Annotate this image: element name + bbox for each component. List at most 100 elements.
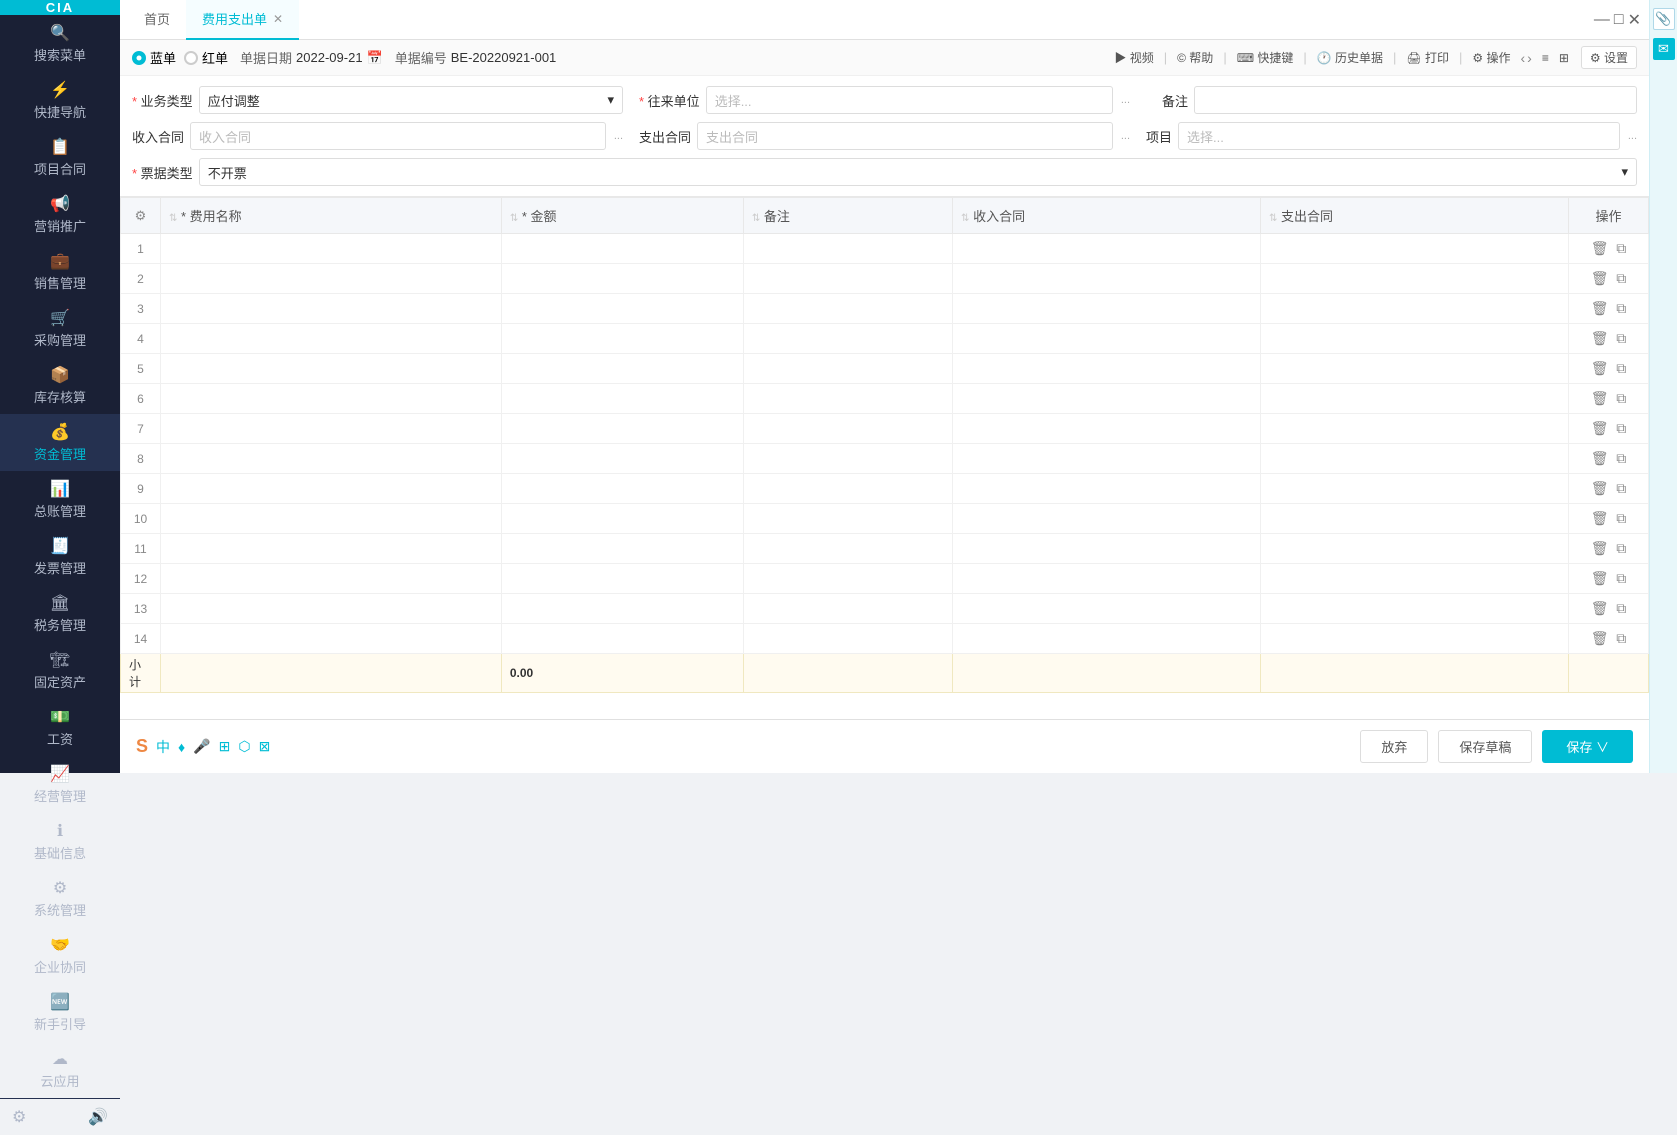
cell-amount-2[interactable]	[501, 264, 743, 294]
window-maximize[interactable]: □	[1614, 11, 1624, 29]
invoice-type-select[interactable]: 不开票 ▾	[199, 158, 1637, 186]
copy-row-icon-2[interactable]: ⧉	[1616, 270, 1626, 286]
th-gear[interactable]: ⚙	[121, 198, 161, 234]
cell-remark-10[interactable]	[743, 504, 952, 534]
sidebar-item-accounting[interactable]: 📊总账管理	[0, 471, 120, 528]
sidebar-item-search-menu[interactable]: 🔍搜索菜单	[0, 15, 120, 72]
cell-income-contract-5[interactable]	[953, 354, 1261, 384]
save-draft-button[interactable]: 保存草稿	[1438, 730, 1532, 763]
cell-expense-contract-14[interactable]	[1261, 624, 1569, 654]
copy-row-icon-9[interactable]: ⧉	[1616, 480, 1626, 496]
cell-remark-14[interactable]	[743, 624, 952, 654]
project-dots[interactable]: ...	[1628, 130, 1637, 142]
delete-row-icon-4[interactable]: 🗑	[1591, 330, 1609, 346]
message-icon[interactable]: ✉	[1653, 38, 1675, 60]
cell-expense-contract-10[interactable]	[1261, 504, 1569, 534]
date-value[interactable]: 2022-09-21	[296, 50, 363, 65]
copy-row-icon-10[interactable]: ⧉	[1616, 510, 1626, 526]
cell-remark-5[interactable]	[743, 354, 952, 384]
sidebar-item-cloud-apps[interactable]: ☁云应用	[0, 1041, 120, 1098]
cell-income-contract-13[interactable]	[953, 594, 1261, 624]
delete-row-icon-1[interactable]: 🗑	[1591, 240, 1609, 256]
cell-remark-1[interactable]	[743, 234, 952, 264]
cell-amount-8[interactable]	[501, 444, 743, 474]
cell-expense-contract-7[interactable]	[1261, 414, 1569, 444]
sidebar-item-salary[interactable]: 💵工资	[0, 699, 120, 756]
radio-red[interactable]: 红单	[184, 48, 228, 67]
sidebar-item-project-contract[interactable]: 📋项目合同	[0, 129, 120, 186]
window-minimize[interactable]: —	[1594, 11, 1610, 29]
cell-amount-9[interactable]	[501, 474, 743, 504]
cell-expense-contract-13[interactable]	[1261, 594, 1569, 624]
cell-income-contract-9[interactable]	[953, 474, 1261, 504]
sidebar-item-invoice-mgmt[interactable]: 🧾发票管理	[0, 528, 120, 585]
cell-expense-contract-6[interactable]	[1261, 384, 1569, 414]
help-btn[interactable]: © 帮助	[1177, 49, 1213, 66]
cell-amount-10[interactable]	[501, 504, 743, 534]
copy-row-icon-3[interactable]: ⧉	[1616, 300, 1626, 316]
delete-row-icon-2[interactable]: 🗑	[1591, 270, 1609, 286]
ops-btn[interactable]: ⚙ 操作	[1472, 49, 1510, 66]
delete-row-icon-13[interactable]: 🗑	[1591, 600, 1609, 616]
shortcuts-btn[interactable]: ⌨ 快捷键	[1237, 49, 1294, 66]
cell-expense-name-2[interactable]	[161, 264, 502, 294]
cell-amount-1[interactable]	[501, 234, 743, 264]
delete-row-icon-10[interactable]: 🗑	[1591, 510, 1609, 526]
view-list-icon[interactable]: ≡	[1542, 51, 1549, 65]
delete-row-icon-11[interactable]: 🗑	[1591, 540, 1609, 556]
delete-row-icon-3[interactable]: 🗑	[1591, 300, 1609, 316]
delete-row-icon-8[interactable]: 🗑	[1591, 450, 1609, 466]
income-contract-input[interactable]: 收入合同	[190, 122, 606, 150]
cell-income-contract-3[interactable]	[953, 294, 1261, 324]
cell-income-contract-11[interactable]	[953, 534, 1261, 564]
cell-expense-contract-2[interactable]	[1261, 264, 1569, 294]
cell-amount-12[interactable]	[501, 564, 743, 594]
business-type-select[interactable]: 应付调整 ▾	[199, 86, 623, 114]
copy-row-icon-8[interactable]: ⧉	[1616, 450, 1626, 466]
cell-remark-7[interactable]	[743, 414, 952, 444]
cell-remark-13[interactable]	[743, 594, 952, 624]
discard-button[interactable]: 放弃	[1360, 730, 1428, 763]
cell-amount-5[interactable]	[501, 354, 743, 384]
cell-amount-11[interactable]	[501, 534, 743, 564]
print-btn[interactable]: 🖨 打印	[1406, 49, 1449, 66]
cell-remark-4[interactable]	[743, 324, 952, 354]
cell-amount-6[interactable]	[501, 384, 743, 414]
delete-row-icon-6[interactable]: 🗑	[1591, 390, 1609, 406]
cell-income-contract-12[interactable]	[953, 564, 1261, 594]
cell-expense-contract-4[interactable]	[1261, 324, 1569, 354]
sidebar-item-quick-nav[interactable]: ⚡快捷导航	[0, 72, 120, 129]
sidebar-item-operations[interactable]: 📈经营管理	[0, 756, 120, 813]
partner-dots[interactable]: ...	[1121, 94, 1130, 106]
expense-dots[interactable]: ...	[1121, 130, 1130, 142]
sidebar-item-fund-mgmt[interactable]: 💰资金管理	[0, 414, 120, 471]
sidebar-item-marketing[interactable]: 📢营销推广	[0, 186, 120, 243]
cell-expense-name-13[interactable]	[161, 594, 502, 624]
calendar-icon[interactable]: 📅	[367, 50, 383, 66]
cell-income-contract-2[interactable]	[953, 264, 1261, 294]
settings-button[interactable]: ⚙ 设置	[1581, 46, 1637, 69]
audio-icon[interactable]: 🔊	[88, 1107, 108, 1127]
delete-row-icon-12[interactable]: 🗑	[1591, 570, 1609, 586]
cell-income-contract-14[interactable]	[953, 624, 1261, 654]
cell-expense-contract-8[interactable]	[1261, 444, 1569, 474]
sidebar-item-fixed-assets[interactable]: 🏗固定资产	[0, 642, 120, 699]
tab-expense[interactable]: 费用支出单 ✕	[186, 0, 299, 40]
cell-amount-3[interactable]	[501, 294, 743, 324]
cell-expense-name-11[interactable]	[161, 534, 502, 564]
sidebar-item-sys-mgmt[interactable]: ⚙系统管理	[0, 870, 120, 927]
cell-expense-name-10[interactable]	[161, 504, 502, 534]
cell-remark-6[interactable]	[743, 384, 952, 414]
cell-expense-name-6[interactable]	[161, 384, 502, 414]
delete-row-icon-14[interactable]: 🗑	[1591, 630, 1609, 646]
save-button[interactable]: 保存 ∨	[1542, 730, 1633, 763]
copy-row-icon-6[interactable]: ⧉	[1616, 390, 1626, 406]
cell-income-contract-10[interactable]	[953, 504, 1261, 534]
delete-row-icon-5[interactable]: 🗑	[1591, 360, 1609, 376]
cell-amount-4[interactable]	[501, 324, 743, 354]
cell-expense-name-1[interactable]	[161, 234, 502, 264]
cell-expense-contract-11[interactable]	[1261, 534, 1569, 564]
cell-expense-name-3[interactable]	[161, 294, 502, 324]
cell-expense-name-4[interactable]	[161, 324, 502, 354]
sidebar-item-purchase-mgmt[interactable]: 🛒采购管理	[0, 300, 120, 357]
